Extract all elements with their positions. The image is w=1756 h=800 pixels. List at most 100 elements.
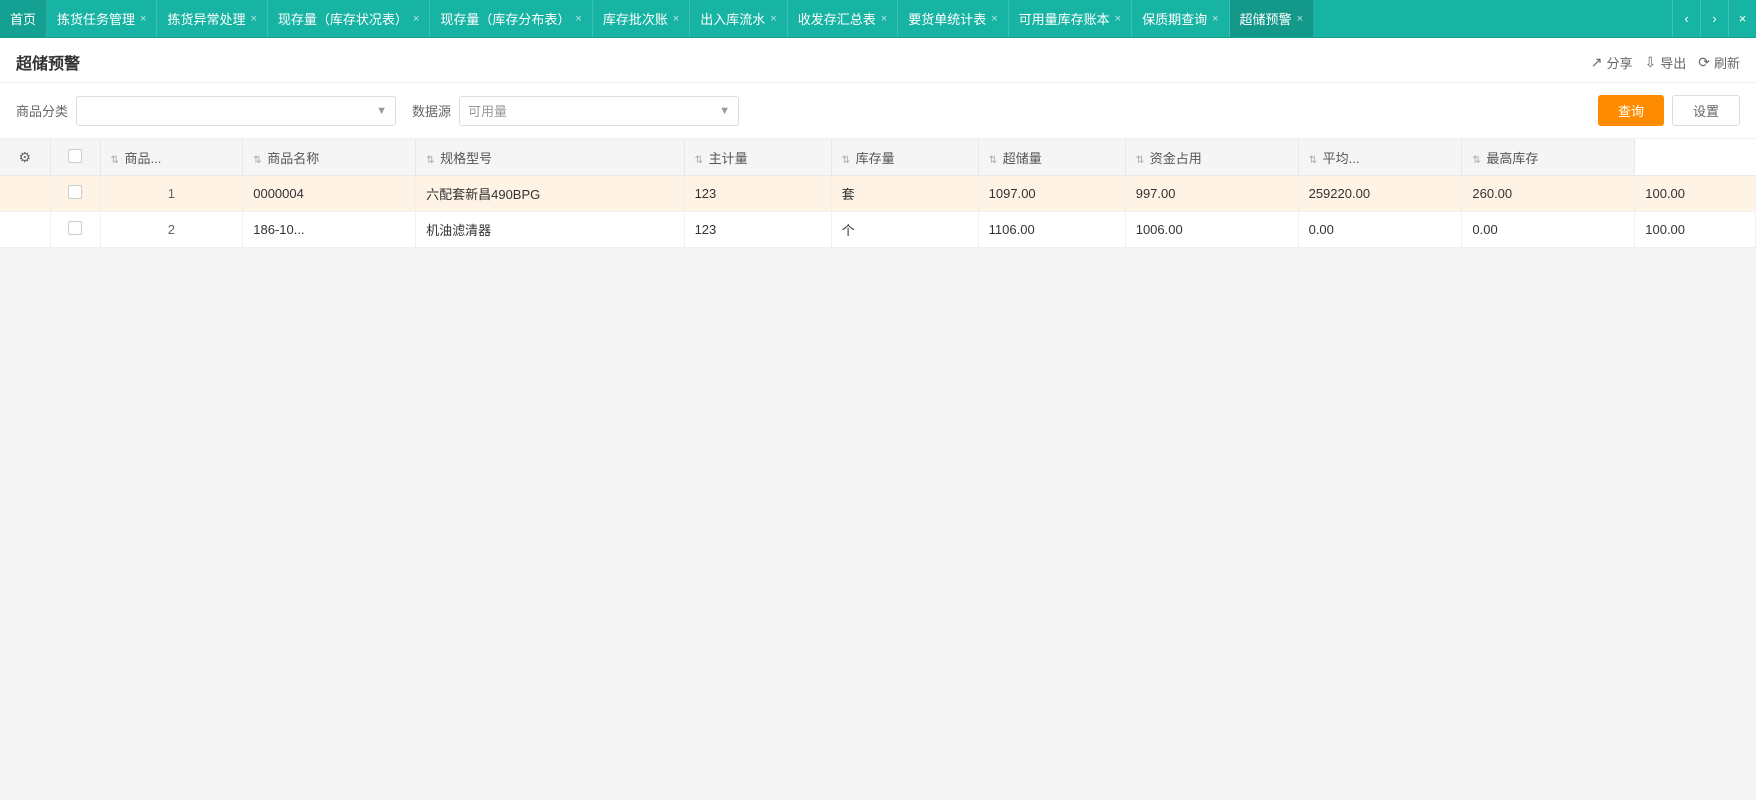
- sort-icon: ⇅: [1309, 155, 1317, 166]
- col-header-name[interactable]: ⇅ 商品名称: [243, 139, 416, 176]
- col-stock-label: 库存量: [856, 151, 895, 166]
- cell-settings: [0, 212, 50, 248]
- col-header-sku[interactable]: ⇅ 商品...: [100, 139, 243, 176]
- top-nav: 首页拣货任务管理×拣货异常处理×现存量（库存状况表）×现存量（库存分布表）×库存…: [0, 0, 1756, 38]
- table-cell: 259220.00: [1298, 176, 1462, 212]
- col-header-over[interactable]: ⇅ 超储量: [978, 139, 1125, 176]
- nav-item[interactable]: 要货单统计表×: [898, 0, 1008, 38]
- datasource-filter-group: 数据源 可用量 ▼: [412, 96, 739, 126]
- nav-close-btn[interactable]: ×: [575, 13, 581, 25]
- refresh-icon: ⟳: [1698, 54, 1710, 71]
- datasource-select[interactable]: 可用量 ▼: [459, 96, 739, 126]
- cell-checkbox[interactable]: [50, 176, 100, 212]
- header-actions: ↗ 分享 ⇩ 导出 ⟳ 刷新: [1591, 53, 1740, 72]
- nav-item[interactable]: 保质期查询×: [1132, 0, 1229, 38]
- col-header-capital[interactable]: ⇅ 资金占用: [1125, 139, 1298, 176]
- nav-item[interactable]: 拣货任务管理×: [47, 0, 157, 38]
- sort-icon: ⇅: [253, 155, 261, 166]
- nav-prev-arrow[interactable]: ‹: [1672, 0, 1700, 38]
- sort-icon: ⇅: [1472, 155, 1480, 166]
- query-button[interactable]: 查询: [1598, 95, 1664, 126]
- table-cell: 123: [684, 212, 831, 248]
- col-unit-label: 主计量: [709, 151, 748, 166]
- nav-close-btn[interactable]: ×: [881, 13, 887, 25]
- col-sku-label: 商品...: [125, 151, 162, 166]
- nav-item[interactable]: 收发存汇总表×: [788, 0, 898, 38]
- table-cell: 1006.00: [1125, 212, 1298, 248]
- nav-close-btn[interactable]: ×: [140, 13, 146, 25]
- table-cell: 0.00: [1298, 212, 1462, 248]
- col-header-avg[interactable]: ⇅ 平均...: [1298, 139, 1462, 176]
- table-settings-icon[interactable]: ⚙: [15, 147, 35, 167]
- cell-settings: [0, 176, 50, 212]
- col-avg-label: 平均...: [1323, 151, 1360, 166]
- col-maxstock-label: 最高库存: [1486, 151, 1538, 166]
- sort-icon: ⇅: [842, 155, 850, 166]
- nav-close-btn[interactable]: ×: [1212, 13, 1218, 25]
- col-header-stock[interactable]: ⇅ 库存量: [831, 139, 978, 176]
- sort-icon: ⇅: [695, 155, 703, 166]
- table-cell: 1097.00: [978, 176, 1125, 212]
- select-all-checkbox[interactable]: [68, 149, 82, 163]
- table-row: 2186-10...机油滤清器123个1106.001006.000.000.0…: [0, 212, 1756, 248]
- category-filter-group: 商品分类 ▼: [16, 96, 396, 126]
- nav-item[interactable]: 现存量（库存分布表）×: [430, 0, 592, 38]
- nav-close-btn[interactable]: ×: [250, 13, 256, 25]
- refresh-button[interactable]: ⟳ 刷新: [1698, 53, 1740, 72]
- cell-checkbox[interactable]: [50, 212, 100, 248]
- sort-icon: ⇅: [989, 155, 997, 166]
- nav-close-btn[interactable]: ×: [770, 13, 776, 25]
- category-chevron-icon: ▼: [376, 105, 387, 117]
- table-header-row: ⚙ ⇅ 商品... ⇅ 商品名称 ⇅ 规格型号: [0, 139, 1756, 176]
- table-container: ⚙ ⇅ 商品... ⇅ 商品名称 ⇅ 规格型号: [0, 139, 1756, 248]
- nav-item[interactable]: 出入库流水×: [690, 0, 787, 38]
- row-checkbox[interactable]: [68, 185, 82, 199]
- settings-button[interactable]: 设置: [1672, 95, 1740, 126]
- col-spec-label: 规格型号: [440, 151, 492, 166]
- col-header-settings[interactable]: ⚙: [0, 139, 50, 176]
- nav-close-btn[interactable]: ×: [991, 13, 997, 25]
- cell-index: 2: [100, 212, 243, 248]
- table-cell: 100.00: [1635, 212, 1756, 248]
- col-capital-label: 资金占用: [1150, 151, 1202, 166]
- share-button[interactable]: ↗ 分享: [1591, 53, 1633, 72]
- category-select[interactable]: ▼: [76, 96, 396, 126]
- cell-index: 1: [100, 176, 243, 212]
- datasource-chevron-icon: ▼: [719, 105, 730, 117]
- table-cell: 个: [831, 212, 978, 248]
- table-cell: 0000004: [243, 176, 416, 212]
- table-cell: 997.00: [1125, 176, 1298, 212]
- nav-item[interactable]: 超储预警×: [1230, 0, 1314, 38]
- col-header-checkbox[interactable]: [50, 139, 100, 176]
- nav-close-btn[interactable]: ×: [673, 13, 679, 25]
- table-cell: 套: [831, 176, 978, 212]
- col-name-label: 商品名称: [267, 151, 319, 166]
- sort-icon: ⇅: [111, 155, 119, 166]
- datasource-label: 数据源: [412, 101, 451, 120]
- export-button[interactable]: ⇩ 导出: [1645, 53, 1687, 72]
- table-row: 10000004六配套新昌490BPG123套1097.00997.002592…: [0, 176, 1756, 212]
- table-cell: 123: [684, 176, 831, 212]
- nav-close-btn[interactable]: ×: [1297, 13, 1303, 25]
- row-checkbox[interactable]: [68, 221, 82, 235]
- table-cell: 六配套新昌490BPG: [416, 176, 684, 212]
- col-header-spec[interactable]: ⇅ 规格型号: [416, 139, 684, 176]
- col-header-unit[interactable]: ⇅ 主计量: [684, 139, 831, 176]
- col-header-maxstock[interactable]: ⇅ 最高库存: [1462, 139, 1635, 176]
- nav-close-btn[interactable]: ×: [413, 13, 419, 25]
- page-content: 超储预警 ↗ 分享 ⇩ 导出 ⟳ 刷新 商品分类 ▼ 数据源: [0, 38, 1756, 248]
- table-cell: 0.00: [1462, 212, 1635, 248]
- nav-next-arrow[interactable]: ›: [1700, 0, 1728, 38]
- share-icon: ↗: [1591, 54, 1603, 71]
- page-title: 超储预警: [16, 50, 80, 74]
- nav-item[interactable]: 现存量（库存状况表）×: [268, 0, 430, 38]
- nav-item[interactable]: 可用量库存账本×: [1009, 0, 1132, 38]
- nav-arrows: ‹ › ×: [1672, 0, 1756, 38]
- nav-item[interactable]: 首页: [0, 0, 47, 38]
- category-label: 商品分类: [16, 101, 68, 120]
- nav-item[interactable]: 库存批次账×: [593, 0, 690, 38]
- nav-close-arrow[interactable]: ×: [1728, 0, 1756, 38]
- nav-close-btn[interactable]: ×: [1115, 13, 1121, 25]
- nav-item[interactable]: 拣货异常处理×: [157, 0, 267, 38]
- data-table: ⚙ ⇅ 商品... ⇅ 商品名称 ⇅ 规格型号: [0, 139, 1756, 248]
